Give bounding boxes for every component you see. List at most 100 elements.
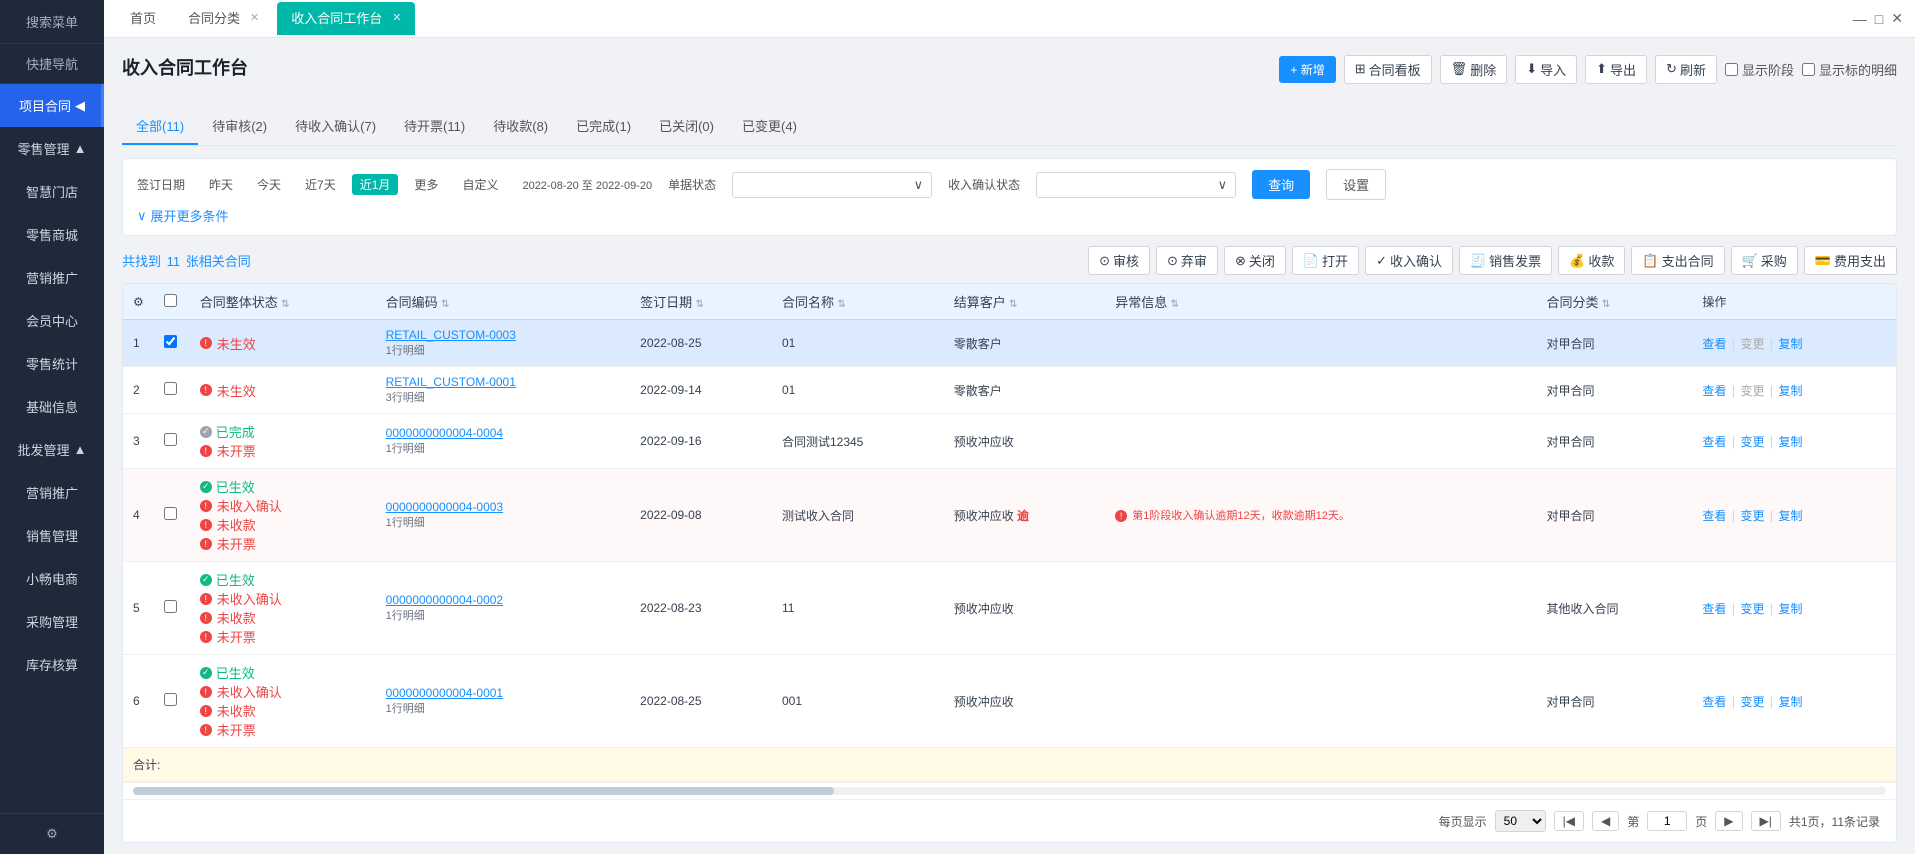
row4-edit-link[interactable]: 变更 (1740, 509, 1764, 523)
sort-code-icon[interactable]: ⇅ (441, 299, 449, 310)
row6-select[interactable] (164, 693, 177, 706)
row1-checkbox[interactable] (154, 320, 190, 367)
tab-home[interactable]: 首页 (116, 0, 170, 37)
minimize-button[interactable]: — (1853, 11, 1867, 27)
audit-button[interactable]: ⊙ 审核 (1088, 246, 1150, 275)
last-page-button[interactable]: ▶| (1751, 811, 1781, 831)
row6-checkbox[interactable] (154, 655, 190, 748)
sidebar-quick-nav[interactable]: 快捷导航 (0, 44, 104, 84)
filter-tab-changed[interactable]: 已变更(4) (728, 108, 811, 145)
row6-code-link[interactable]: 0000000000004-0001 (386, 686, 503, 700)
row4-select[interactable] (164, 507, 177, 520)
filter-tab-closed[interactable]: 已关闭(0) (645, 108, 728, 145)
col-settings[interactable]: ⚙ (123, 284, 154, 320)
sidebar-item-project[interactable]: 项目合同 ◀ (0, 84, 104, 127)
row6-view-link[interactable]: 查看 (1702, 695, 1726, 709)
select-all-checkbox[interactable] (164, 294, 177, 307)
row2-select[interactable] (164, 382, 177, 395)
row4-copy-link[interactable]: 复制 (1779, 509, 1803, 523)
next-page-button[interactable]: ▶ (1715, 811, 1742, 831)
sidebar-item-smart-store[interactable]: 智慧门店 (0, 170, 104, 213)
delete-button[interactable]: 🗑 删除 (1440, 55, 1508, 84)
row5-edit-link[interactable]: 变更 (1740, 602, 1764, 616)
sales-invoice-button[interactable]: 🧾 销售发票 (1459, 246, 1552, 275)
row6-edit-link[interactable]: 变更 (1740, 695, 1764, 709)
row3-code-link[interactable]: 0000000000004-0004 (386, 426, 503, 440)
open-contract-button[interactable]: 📄 打开 (1292, 246, 1359, 275)
sort-date-icon[interactable]: ⇅ (696, 299, 704, 310)
sidebar-item-wholesale[interactable]: 批发管理 ▲ (0, 428, 104, 471)
close-button[interactable]: ✕ (1891, 10, 1903, 27)
tab-contract-category[interactable]: 合同分类 ✕ (174, 0, 273, 37)
show-details-checkbox[interactable]: 显示标的明细 (1802, 60, 1897, 79)
sidebar-item-marketing2[interactable]: 营销推广 (0, 471, 104, 514)
show-details-input[interactable] (1802, 63, 1815, 76)
show-stages-input[interactable] (1725, 63, 1738, 76)
sidebar-search[interactable]: 搜索菜单 (0, 0, 104, 44)
sort-name-icon[interactable]: ⇅ (837, 299, 845, 310)
row3-checkbox[interactable] (154, 414, 190, 469)
sidebar-item-purchase[interactable]: 采购管理 (0, 600, 104, 643)
row2-copy-link[interactable]: 复制 (1779, 384, 1803, 398)
col-checkbox[interactable] (154, 284, 190, 320)
expand-filter-button[interactable]: ∨ 展开更多条件 (137, 206, 1882, 225)
sidebar-item-marketing[interactable]: 营销推广 (0, 256, 104, 299)
sidebar-item-retail-mall[interactable]: 零售商城 (0, 213, 104, 256)
row4-code-link[interactable]: 0000000000004-0003 (386, 500, 503, 514)
row3-copy-link[interactable]: 复制 (1779, 435, 1803, 449)
date-btn-more[interactable]: 更多 (406, 174, 446, 195)
import-button[interactable]: ⬇ 导入 (1515, 55, 1577, 84)
tab-income-workbench-close[interactable]: ✕ (392, 11, 401, 24)
show-stages-checkbox[interactable]: 显示阶段 (1725, 60, 1794, 79)
date-btn-yesterday[interactable]: 昨天 (201, 174, 241, 195)
sort-category-icon[interactable]: ⇅ (1602, 299, 1610, 310)
row6-copy-link[interactable]: 复制 (1779, 695, 1803, 709)
row2-code-link[interactable]: RETAIL_CUSTOM-0001 (386, 375, 516, 389)
date-btn-custom[interactable]: 自定义 (454, 174, 506, 195)
date-btn-7days[interactable]: 近7天 (297, 174, 344, 195)
settings-button[interactable]: 设置 (1326, 169, 1386, 200)
expense-contract-button[interactable]: 📋 支出合同 (1631, 246, 1724, 275)
row2-view-link[interactable]: 查看 (1702, 384, 1726, 398)
row5-checkbox[interactable] (154, 562, 190, 655)
payment-button[interactable]: 💰 收款 (1558, 246, 1625, 275)
row1-code-link[interactable]: RETAIL_CUSTOM-0003 (386, 328, 516, 342)
sidebar-item-member[interactable]: 会员中心 (0, 299, 104, 342)
tab-income-workbench[interactable]: 收入合同工作台 ✕ (277, 2, 415, 35)
income-confirm-select[interactable]: ∨ (1036, 172, 1236, 198)
date-btn-today[interactable]: 今天 (249, 174, 289, 195)
expense-button[interactable]: 💳 费用支出 (1804, 246, 1897, 275)
page-input[interactable] (1647, 811, 1687, 831)
tab-contract-category-close[interactable]: ✕ (250, 11, 259, 24)
page-size-select[interactable]: 50 10 20 100 (1495, 810, 1546, 832)
row1-edit-link[interactable]: 变更 (1740, 337, 1764, 351)
row1-copy-link[interactable]: 复制 (1779, 337, 1803, 351)
sort-customer-icon[interactable]: ⇅ (1009, 299, 1017, 310)
horizontal-scrollbar[interactable] (123, 782, 1896, 799)
sidebar-item-xiaochange[interactable]: 小畅电商 (0, 557, 104, 600)
sort-abnormal-icon[interactable]: ⇅ (1171, 299, 1179, 310)
dashboard-button[interactable]: ⊞ 合同看板 (1344, 55, 1432, 84)
maximize-button[interactable]: □ (1875, 11, 1883, 27)
date-btn-1month[interactable]: 近1月 (352, 174, 399, 195)
purchase-button[interactable]: 🛒 采购 (1731, 246, 1798, 275)
sidebar-item-inventory[interactable]: 库存核算 (0, 643, 104, 686)
first-page-button[interactable]: |◀ (1554, 811, 1584, 831)
scroll-thumb[interactable] (133, 787, 834, 795)
add-button[interactable]: + 新增 (1279, 56, 1335, 83)
row1-view-link[interactable]: 查看 (1702, 337, 1726, 351)
row4-checkbox[interactable] (154, 469, 190, 562)
sort-status-icon[interactable]: ⇅ (281, 299, 289, 310)
doc-status-select[interactable]: ∨ (732, 172, 932, 198)
row5-copy-link[interactable]: 复制 (1779, 602, 1803, 616)
close-contract-button[interactable]: ⊗ 关闭 (1224, 246, 1286, 275)
row3-view-link[interactable]: 查看 (1702, 435, 1726, 449)
scroll-track[interactable] (133, 787, 1886, 795)
filter-tab-completed[interactable]: 已完成(1) (562, 108, 645, 145)
row3-edit-link[interactable]: 变更 (1740, 435, 1764, 449)
row3-select[interactable] (164, 433, 177, 446)
row2-edit-link[interactable]: 变更 (1740, 384, 1764, 398)
row1-select[interactable] (164, 335, 177, 348)
prev-page-button[interactable]: ◀ (1592, 811, 1619, 831)
sidebar-settings[interactable]: ⚙ (0, 813, 104, 854)
